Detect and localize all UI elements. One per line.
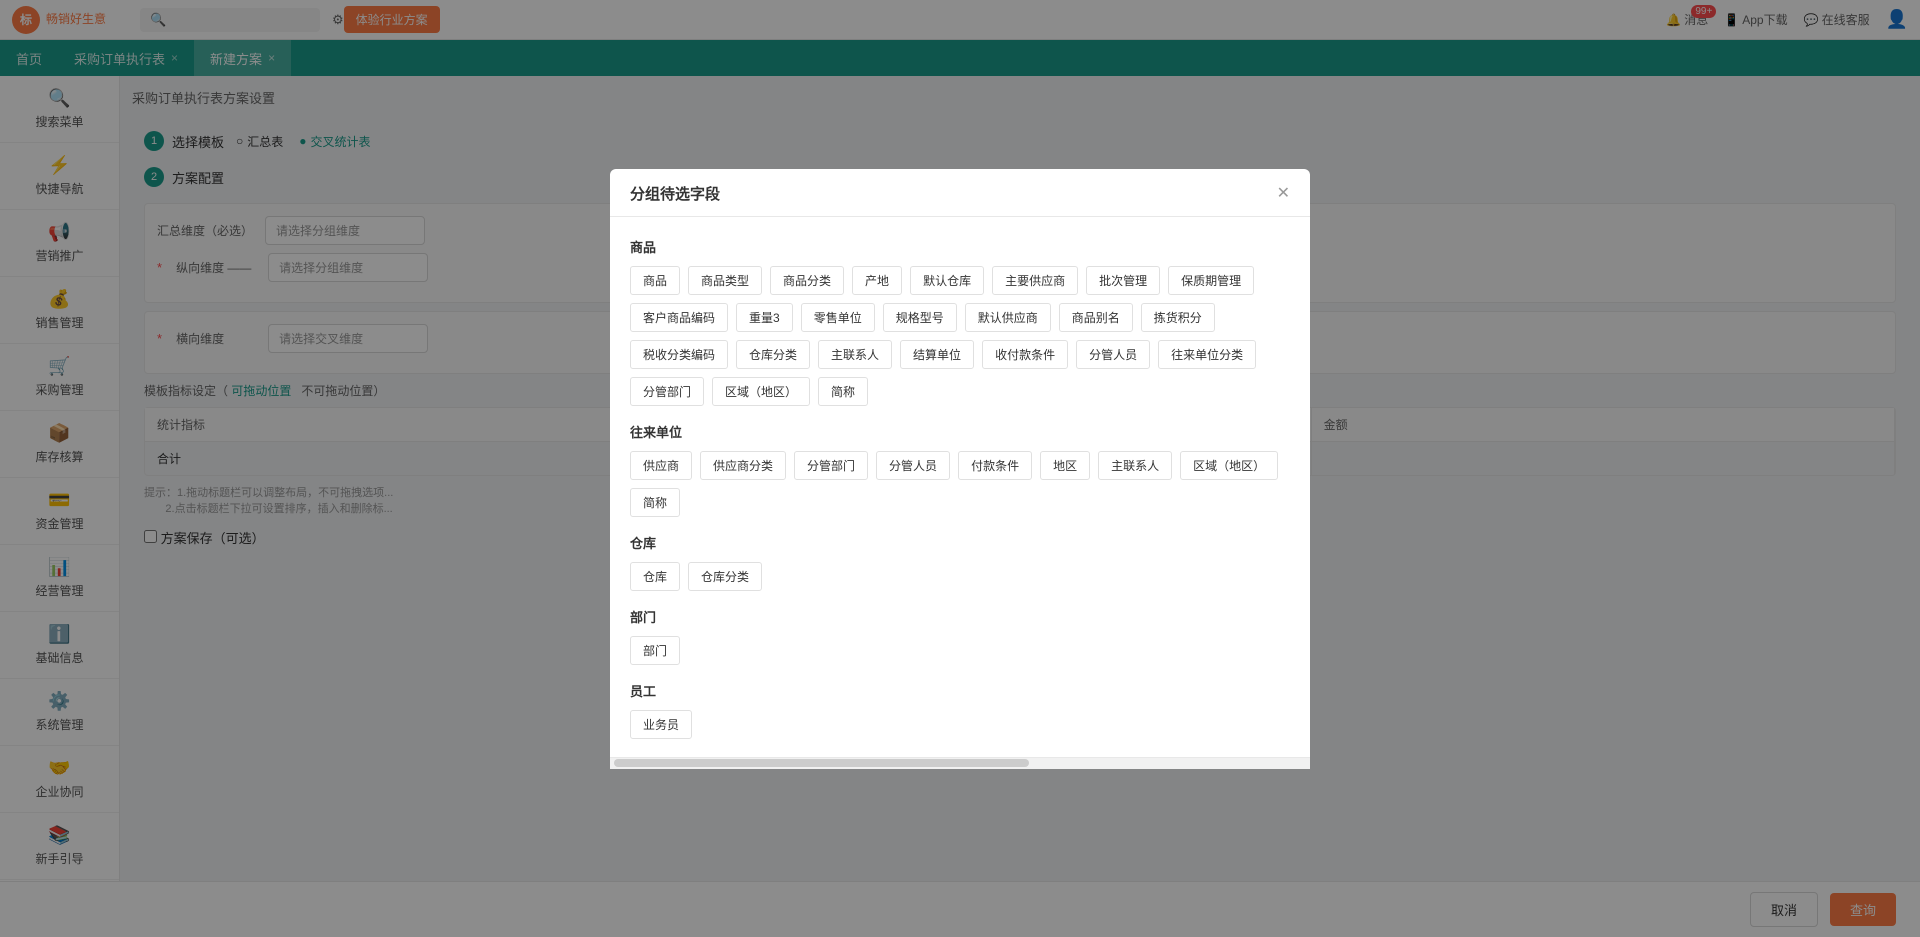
field-tag[interactable]: 仓库分类 [688,562,762,591]
field-select-modal: 分组待选字段 ✕ 商品商品商品类型商品分类产地默认仓库主要供应商批次管理保质期管… [610,169,1310,769]
section-title-部门: 部门 [630,607,1290,626]
field-grid-部门: 部门 [630,636,1290,665]
field-tag[interactable]: 产地 [852,266,902,295]
field-tag[interactable]: 商品 [630,266,680,295]
field-grid-仓库: 仓库仓库分类 [630,562,1290,591]
field-tag[interactable]: 仓库 [630,562,680,591]
field-tag[interactable]: 规格型号 [883,303,957,332]
field-tag[interactable]: 商品分类 [770,266,844,295]
section-title-往来单位: 往来单位 [630,422,1290,441]
field-tag[interactable]: 结算单位 [900,340,974,369]
field-tag[interactable]: 商品别名 [1059,303,1133,332]
field-tag[interactable]: 保质期管理 [1168,266,1254,295]
field-tag[interactable]: 批次管理 [1086,266,1160,295]
field-tag[interactable]: 部门 [630,636,680,665]
field-tag[interactable]: 地区 [1040,451,1090,480]
horizontal-scrollbar[interactable] [610,757,1310,769]
field-tag[interactable]: 区域（地区） [712,377,810,406]
field-grid-商品: 商品商品类型商品分类产地默认仓库主要供应商批次管理保质期管理客户商品编码重量3 零… [630,266,1290,406]
section-title-员工: 员工 [630,681,1290,700]
section-title-商品: 商品 [630,237,1290,256]
modal-body: 商品商品商品类型商品分类产地默认仓库主要供应商批次管理保质期管理客户商品编码重量… [610,217,1310,757]
modal-close-button[interactable]: ✕ [1277,183,1290,203]
field-tag[interactable]: 分管部门 [794,451,868,480]
field-tag[interactable]: 供应商 [630,451,692,480]
field-tag[interactable]: 默认供应商 [965,303,1051,332]
field-tag[interactable]: 主联系人 [818,340,892,369]
modal-title: 分组待选字段 [630,183,720,204]
field-tag[interactable]: 主要供应商 [992,266,1078,295]
field-tag[interactable]: 税收分类编码 [630,340,728,369]
field-tag[interactable]: 仓库分类 [736,340,810,369]
field-tag[interactable]: 供应商分类 [700,451,786,480]
field-tag[interactable]: 区域（地区） [1180,451,1278,480]
field-tag[interactable]: 收付款条件 [982,340,1068,369]
field-grid-员工: 业务员 [630,710,1290,739]
modal-overlay: 分组待选字段 ✕ 商品商品商品类型商品分类产地默认仓库主要供应商批次管理保质期管… [0,0,1920,937]
modal-header: 分组待选字段 ✕ [610,169,1310,217]
field-tag[interactable]: 业务员 [630,710,692,739]
section-title-仓库: 仓库 [630,533,1290,552]
field-tag[interactable]: 主联系人 [1098,451,1172,480]
field-tag[interactable]: 简称 [630,488,680,517]
field-tag[interactable]: 付款条件 [958,451,1032,480]
field-tag[interactable]: 客户商品编码 [630,303,728,332]
field-tag[interactable]: 分管人员 [876,451,950,480]
field-tag[interactable]: 简称 [818,377,868,406]
field-tag[interactable]: 拣货积分 [1141,303,1215,332]
field-tag[interactable]: 分管部门 [630,377,704,406]
scroll-thumb [614,759,1029,767]
field-grid-往来单位: 供应商供应商分类分管部门分管人员付款条件地区主联系人区域（地区） 简称 [630,451,1290,517]
field-tag[interactable]: 默认仓库 [910,266,984,295]
field-tag[interactable]: 零售单位 [801,303,875,332]
field-tag[interactable]: 重量3 [736,303,793,332]
field-tag[interactable]: 往来单位分类 [1158,340,1256,369]
field-tag[interactable]: 分管人员 [1076,340,1150,369]
field-tag[interactable]: 商品类型 [688,266,762,295]
